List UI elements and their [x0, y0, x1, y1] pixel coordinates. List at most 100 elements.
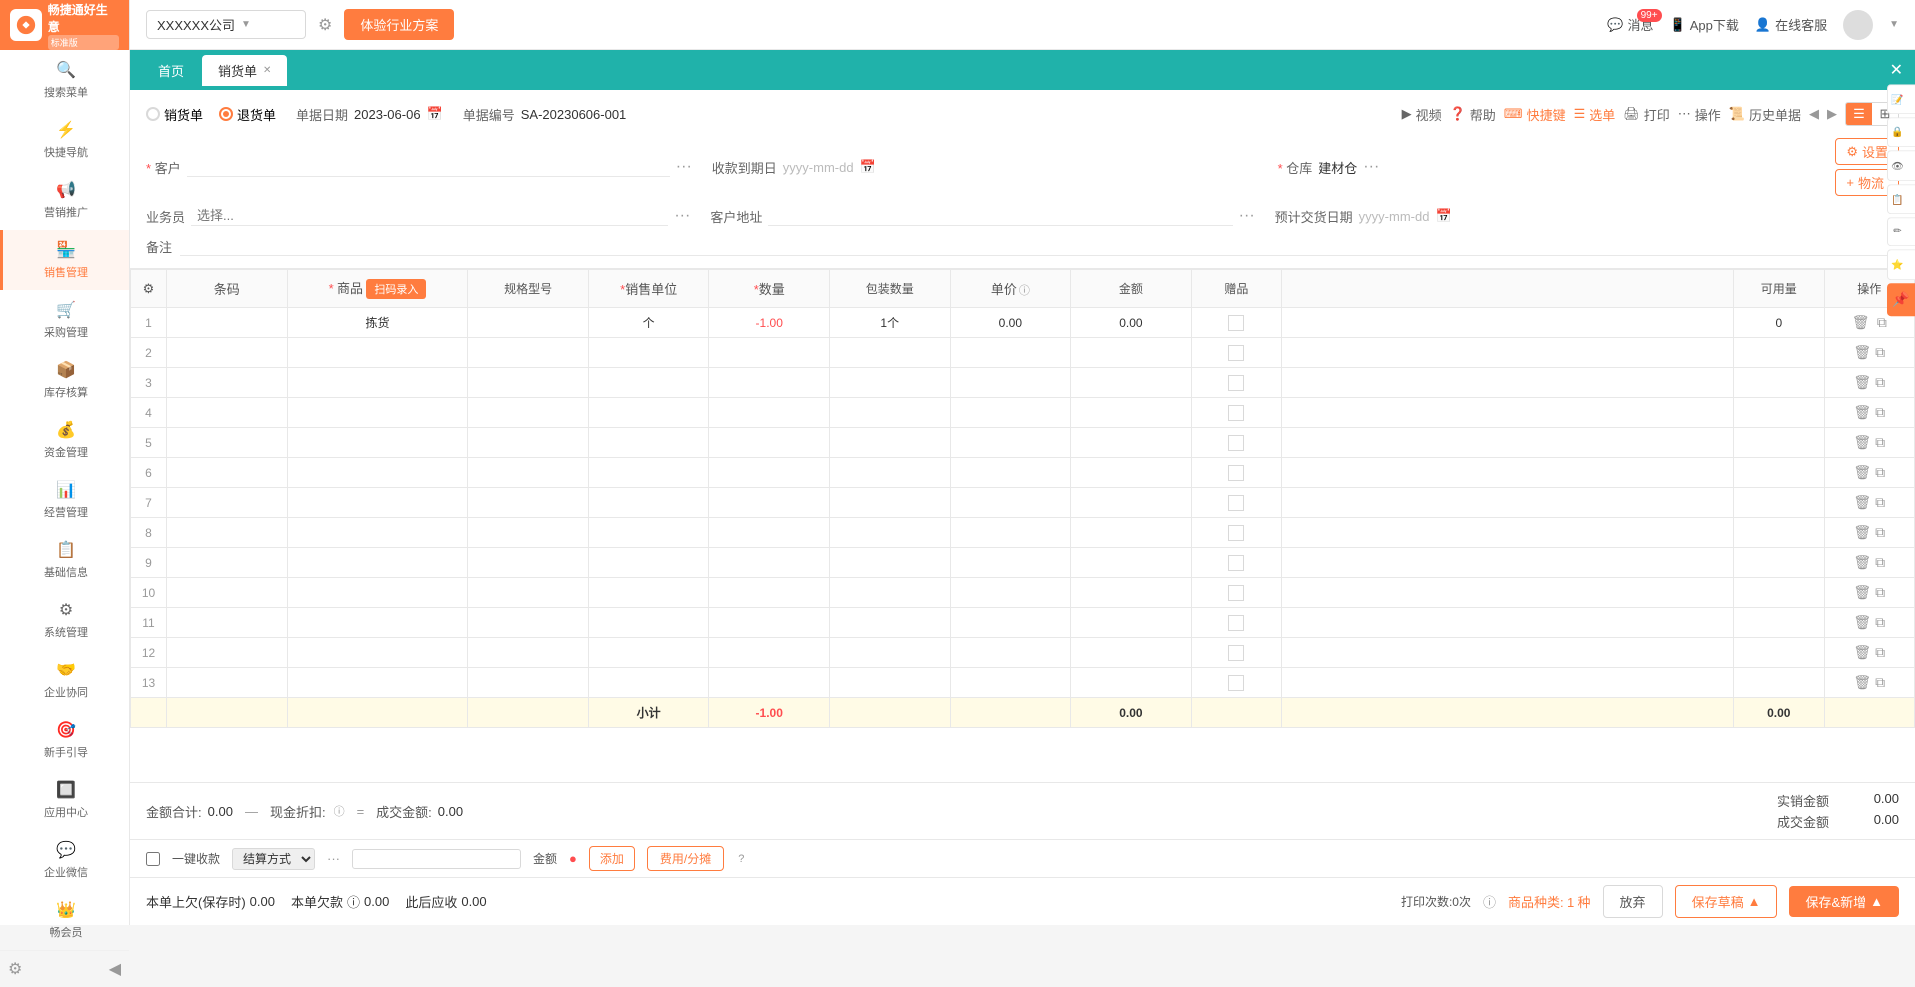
tab-home[interactable]: 首页: [142, 55, 200, 86]
sidebar-item-collab[interactable]: 🤝 企业协同: [0, 650, 129, 710]
delete-icon[interactable]: 🗑: [1853, 344, 1871, 360]
sidebar-item-purchase[interactable]: 🛒 采购管理: [0, 290, 129, 350]
addr-more-icon[interactable]: ···: [1239, 208, 1255, 224]
operate-btn[interactable]: ⋯ 操作: [1678, 105, 1721, 124]
fee-split-button[interactable]: 费用/分摊: [647, 846, 724, 871]
sidebar-item-basic[interactable]: 📋 基础信息: [0, 530, 129, 590]
gift-checkbox[interactable]: [1228, 645, 1244, 661]
payment-method-select[interactable]: 结算方式: [232, 848, 315, 870]
due-date-calendar-icon[interactable]: 📅: [860, 159, 876, 175]
delete-icon[interactable]: 🗑: [1853, 554, 1871, 570]
copy-icon[interactable]: ⧉: [1875, 524, 1885, 540]
sidebar-item-member[interactable]: 👑 畅会员: [0, 890, 129, 950]
prev-icon[interactable]: ◀: [1809, 106, 1819, 122]
radio-sales-order[interactable]: 销货单: [146, 105, 203, 124]
float-btn-2[interactable]: 🔒: [1887, 117, 1915, 147]
gift-checkbox[interactable]: [1228, 525, 1244, 541]
row-spec[interactable]: [468, 308, 589, 338]
view-list-btn[interactable]: ☰: [1846, 103, 1872, 125]
tab-salesorder[interactable]: 销货单 ✕: [202, 55, 287, 86]
one-click-checkbox[interactable]: [146, 852, 160, 866]
save-new-button[interactable]: 保存&新增 ▲: [1789, 886, 1899, 917]
delete-icon[interactable]: 🗑: [1853, 404, 1871, 420]
sidebar-item-quicknav[interactable]: ⚡ 快捷导航: [0, 110, 129, 170]
order-table-container[interactable]: ⚙ 条码 * 商品 扫码录入 规格型号: [130, 269, 1915, 782]
copy-icon[interactable]: ⧉: [1875, 344, 1885, 360]
save-draft-button[interactable]: 保存草稿 ▲: [1675, 885, 1778, 918]
row-qty[interactable]: -1.00: [709, 308, 830, 338]
row-barcode[interactable]: [167, 308, 288, 338]
gift-checkbox[interactable]: [1228, 495, 1244, 511]
row-notes[interactable]: [1282, 308, 1734, 338]
row-amount[interactable]: 0.00: [1071, 308, 1192, 338]
staff-more-icon[interactable]: ···: [674, 208, 690, 224]
copy-icon[interactable]: ⧉: [1877, 314, 1887, 330]
float-btn-orange[interactable]: 📌: [1887, 283, 1915, 316]
payment-add-icon[interactable]: ●: [569, 851, 577, 866]
payment-add-button[interactable]: 添加: [589, 846, 635, 871]
next-icon[interactable]: ▶: [1827, 106, 1837, 122]
sidebar-item-marketing[interactable]: 📢 营销推广: [0, 170, 129, 230]
copy-icon[interactable]: ⧉: [1875, 404, 1885, 420]
sidebar-item-search[interactable]: 🔍 搜索菜单: [0, 50, 129, 110]
gift-checkbox[interactable]: [1228, 585, 1244, 601]
topbar-gear-icon[interactable]: ⚙: [318, 15, 332, 35]
sidebar-item-sales[interactable]: 🏪 销售管理: [0, 230, 129, 290]
sidebar-item-wechat[interactable]: 💬 企业微信: [0, 830, 129, 890]
row-goods[interactable]: 拣货: [287, 308, 468, 338]
user-arrow-icon[interactable]: ▼: [1889, 19, 1899, 30]
delete-icon[interactable]: 🗑: [1853, 374, 1871, 390]
sidebar-item-inventory[interactable]: 📦 库存核算: [0, 350, 129, 410]
float-btn-5[interactable]: ✏: [1887, 218, 1915, 247]
shortcut-btn[interactable]: ⌨ 快捷键: [1504, 105, 1566, 124]
sidebar-settings-icon[interactable]: ⚙: [8, 959, 22, 979]
delete-icon[interactable]: 🗑: [1853, 524, 1871, 540]
payment-account-input[interactable]: [352, 849, 521, 869]
float-btn-4[interactable]: 📋: [1887, 184, 1915, 214]
scan-button[interactable]: 扫码录入: [366, 279, 426, 299]
gift-checkbox[interactable]: [1228, 555, 1244, 571]
gift-checkbox[interactable]: [1228, 465, 1244, 481]
warehouse-more-icon[interactable]: ···: [1363, 159, 1379, 175]
gift-checkbox[interactable]: [1228, 345, 1244, 361]
settings-col-icon[interactable]: ⚙: [143, 281, 155, 296]
row-gift[interactable]: [1191, 308, 1281, 338]
gift-checkbox[interactable]: [1228, 315, 1244, 331]
delete-icon[interactable]: 🗑: [1853, 614, 1871, 630]
delete-icon[interactable]: 🗑: [1852, 314, 1870, 330]
customer-addr-input[interactable]: [768, 206, 1232, 226]
notes-input[interactable]: [180, 236, 1899, 256]
row-unit[interactable]: 个: [588, 308, 709, 338]
user-avatar[interactable]: [1843, 10, 1873, 40]
topbar-app-download[interactable]: 📱 App下载: [1670, 15, 1739, 34]
copy-icon[interactable]: ⧉: [1875, 614, 1885, 630]
customer-more-icon[interactable]: ···: [676, 159, 692, 175]
copy-icon[interactable]: ⧉: [1875, 434, 1885, 450]
date-calendar-icon[interactable]: 📅: [427, 106, 443, 122]
video-btn[interactable]: ▶ 视频: [1402, 105, 1442, 124]
float-btn-3[interactable]: 👁: [1887, 151, 1915, 182]
gift-checkbox[interactable]: [1228, 375, 1244, 391]
copy-icon[interactable]: ⧉: [1875, 644, 1885, 660]
copy-icon[interactable]: ⧉: [1875, 554, 1885, 570]
copy-icon[interactable]: ⧉: [1875, 464, 1885, 480]
delete-icon[interactable]: 🗑: [1853, 644, 1871, 660]
sidebar-item-system[interactable]: ⚙ 系统管理: [0, 590, 129, 650]
sidebar-item-operation[interactable]: 📊 经营管理: [0, 470, 129, 530]
row-price[interactable]: 0.00: [950, 308, 1071, 338]
print-btn[interactable]: 🖨 打印: [1623, 105, 1670, 124]
help-btn[interactable]: ❓ 帮助: [1450, 105, 1496, 124]
topbar-service[interactable]: 👤 在线客服: [1755, 15, 1827, 34]
history-btn[interactable]: 📜 历史单据: [1729, 105, 1801, 124]
radio-return-order[interactable]: 退货单: [219, 105, 276, 124]
delivery-calendar-icon[interactable]: 📅: [1435, 208, 1451, 224]
delete-icon[interactable]: 🗑: [1853, 434, 1871, 450]
sidebar-item-finance[interactable]: 💰 资金管理: [0, 410, 129, 470]
copy-icon[interactable]: ⧉: [1875, 374, 1885, 390]
gift-checkbox[interactable]: [1228, 675, 1244, 691]
copy-icon[interactable]: ⧉: [1875, 584, 1885, 600]
delete-icon[interactable]: 🗑: [1853, 674, 1871, 690]
delete-icon[interactable]: 🗑: [1853, 584, 1871, 600]
delete-icon[interactable]: 🗑: [1853, 464, 1871, 480]
payment-method-more-icon[interactable]: ···: [327, 851, 340, 866]
